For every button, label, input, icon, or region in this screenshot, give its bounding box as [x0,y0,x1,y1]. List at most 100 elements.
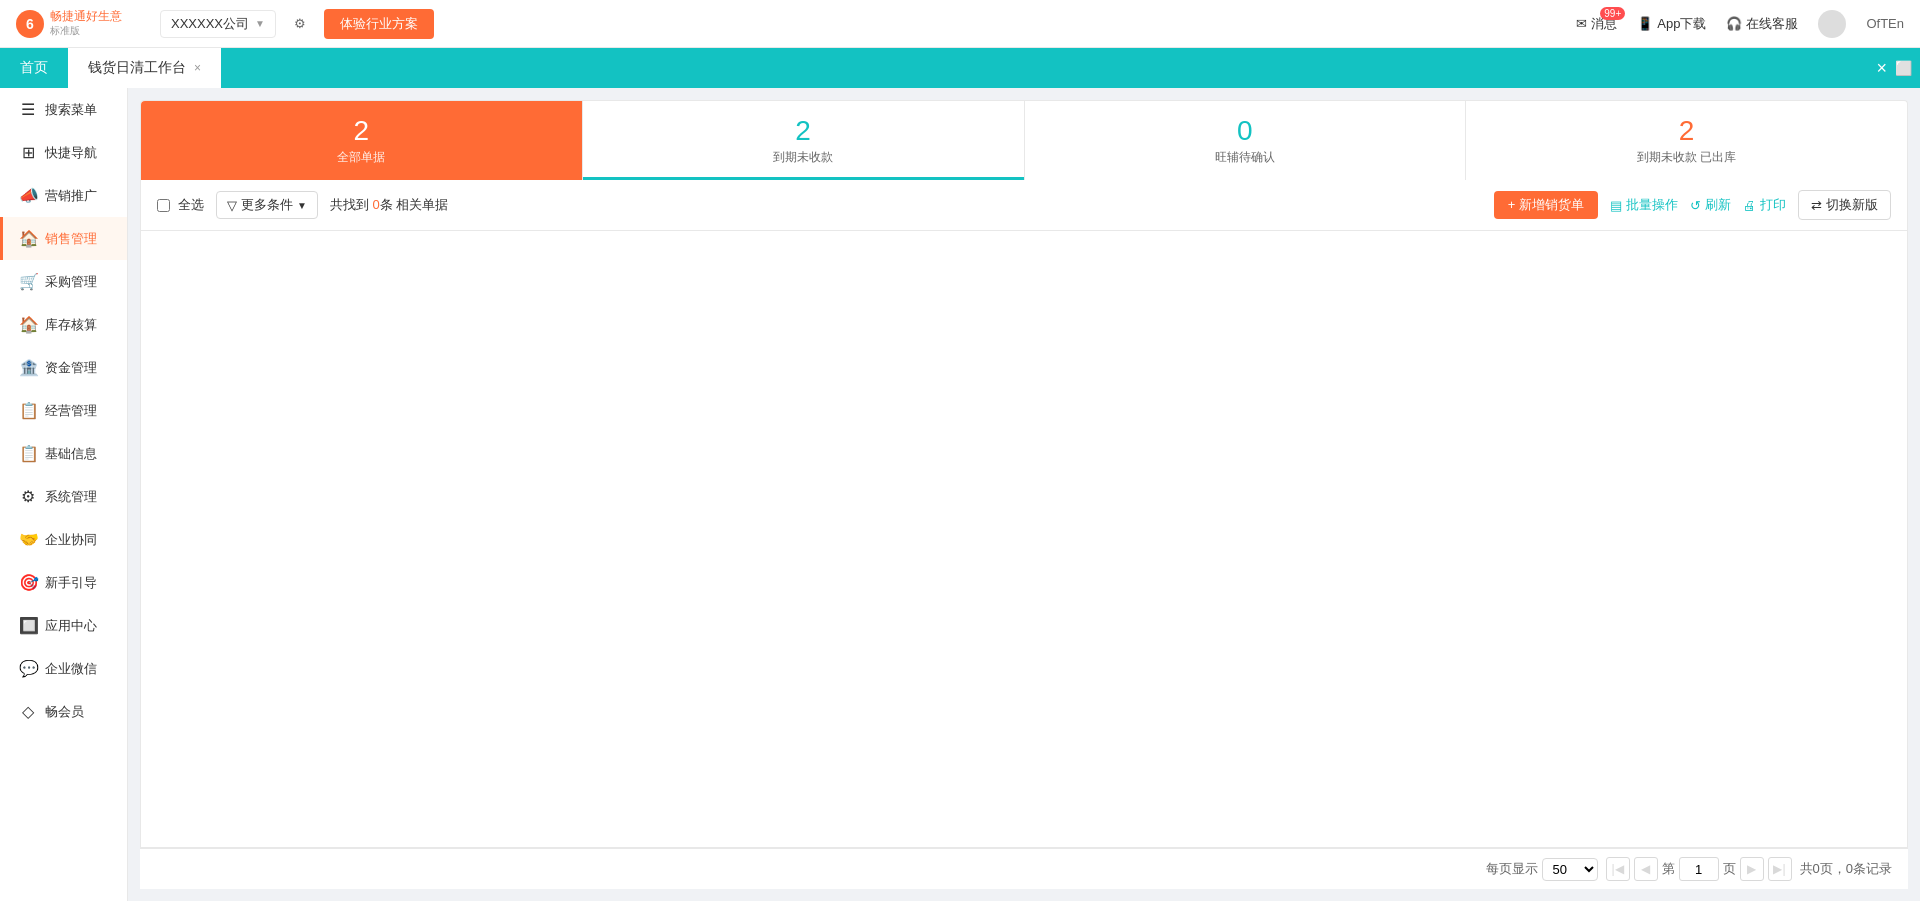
stat-num-overdue: 2 [603,115,1004,147]
system-icon: ⚙ [19,487,37,506]
stats-bar: 2 全部单据 2 到期未收款 0 旺辅待确认 2 到期未收款 已出库 [140,100,1908,180]
guide-icon: 🎯 [19,573,37,592]
stat-label-overdue: 到期未收款 [603,149,1004,166]
stat-card-all[interactable]: 2 全部单据 [141,101,582,180]
app-download-label: App下载 [1657,15,1706,33]
found-prefix: 共找到 [330,197,369,212]
stat-label-pending: 旺辅待确认 [1045,149,1446,166]
print-button[interactable]: 🖨 打印 [1743,196,1786,214]
sidebar-item-member[interactable]: ◇ 畅会员 [0,690,127,733]
message-button[interactable]: ✉ 消息 99+ [1576,15,1617,33]
switch-button[interactable]: ⇄ 切换新版 [1798,190,1891,220]
found-unit: 条 [380,197,393,212]
restore-icon[interactable]: ⬜ [1895,60,1912,76]
sidebar-item-purchase[interactable]: 🛒 采购管理 [0,260,127,303]
stat-card-pending[interactable]: 0 旺辅待确认 [1025,101,1467,180]
content-area: 2 全部单据 2 到期未收款 0 旺辅待确认 2 到期未收款 已出库 全 [128,88,1920,901]
online-service-button[interactable]: 🎧 在线客服 [1726,15,1798,33]
prev-page-button[interactable]: ◀ [1634,857,1658,881]
nav-tabs: 首页 钱货日清工作台 × × ⬜ [0,48,1920,88]
logo-badge: 标准版 [50,24,122,38]
switch-icon: ⇄ [1811,198,1822,213]
stat-label-overdue-out: 到期未收款 已出库 [1486,149,1887,166]
avatar-name: OfTEn [1866,16,1904,31]
message-badge: 99+ [1600,7,1625,20]
sidebar-item-coop[interactable]: 🤝 企业协同 [0,518,127,561]
company-selector[interactable]: XXXXXX公司 ▼ [160,10,276,38]
refresh-icon: ↺ [1690,198,1701,213]
select-all-checkbox[interactable] [157,199,170,212]
sidebar-item-sales[interactable]: 🏠 销售管理 [0,217,127,260]
filter-button[interactable]: ▽ 更多条件 ▼ [216,191,318,219]
tab-home[interactable]: 首页 [0,48,68,88]
sidebar-item-label: 搜索菜单 [45,101,97,119]
total-records: 共0页，0条记录 [1800,860,1892,878]
trial-button[interactable]: 体验行业方案 [324,9,434,39]
sidebar-item-label: 企业协同 [45,531,97,549]
print-label: 打印 [1760,196,1786,214]
found-text: 共找到 0条 相关单据 [330,196,448,214]
logo-area: 6 畅捷通好生意 标准版 [16,9,144,39]
sidebar-item-label: 应用中心 [45,617,97,635]
sidebar-item-marketing[interactable]: 📣 营销推广 [0,174,127,217]
stat-card-overdue[interactable]: 2 到期未收款 [582,101,1025,180]
table-area [140,231,1908,848]
sidebar-item-finance[interactable]: 🏦 资金管理 [0,346,127,389]
switch-label: 切换新版 [1826,196,1878,214]
next-page-button[interactable]: ▶ [1740,857,1764,881]
sidebar-item-quicknav[interactable]: ⊞ 快捷导航 [0,131,127,174]
batch-button[interactable]: ▤ 批量操作 [1610,196,1678,214]
sidebar-item-guide[interactable]: 🎯 新手引导 [0,561,127,604]
app-icon: 📱 [1637,16,1653,31]
tab-active[interactable]: 钱货日清工作台 × [68,48,221,88]
sidebar-item-wechat[interactable]: 💬 企业微信 [0,647,127,690]
sidebar-item-report[interactable]: 📋 经营管理 [0,389,127,432]
first-page-button[interactable]: |◀ [1606,857,1630,881]
last-page-button[interactable]: ▶| [1768,857,1792,881]
filter-label: 更多条件 [241,196,293,214]
sidebar-item-label: 采购管理 [45,273,97,291]
gear-icon: ⚙ [294,16,306,31]
close-icon[interactable]: × [1876,58,1887,79]
tab-window-actions: × ⬜ [1876,58,1920,79]
page-number-input[interactable] [1679,857,1719,881]
settings-button[interactable]: ⚙ [286,10,314,38]
batch-label: 批量操作 [1626,196,1678,214]
found-suffix: 相关单据 [396,197,448,212]
sidebar-item-label: 系统管理 [45,488,97,506]
sidebar-item-label: 快捷导航 [45,144,97,162]
stat-num-all: 2 [161,115,562,147]
sidebar-item-stock[interactable]: 🏠 库存核算 [0,303,127,346]
sidebar-item-label: 销售管理 [45,230,97,248]
sales-icon: 🏠 [19,229,37,248]
report-icon: 📋 [19,401,37,420]
tab-close-icon[interactable]: × [194,61,201,75]
refresh-button[interactable]: ↺ 刷新 [1690,196,1731,214]
stock-icon: 🏠 [19,315,37,334]
found-count: 0 [373,197,380,212]
sidebar-item-system[interactable]: ⚙ 系统管理 [0,475,127,518]
chevron-icon: ▼ [297,200,307,211]
stat-num-overdue-out: 2 [1486,115,1887,147]
quicknav-icon: ⊞ [19,143,37,162]
add-order-button[interactable]: + 新增销货单 [1494,191,1598,219]
avatar[interactable] [1818,10,1846,38]
search-menu-icon: ☰ [19,100,37,119]
refresh-label: 刷新 [1705,196,1731,214]
wechat-icon: 💬 [19,659,37,678]
sidebar-item-appcenter[interactable]: 🔲 应用中心 [0,604,127,647]
service-icon: 🎧 [1726,16,1742,31]
per-page-select[interactable]: 50 10 20 100 [1542,858,1598,881]
sidebar-item-search[interactable]: ☰ 搜索菜单 [0,88,127,131]
pagination: |◀ ◀ 第 页 ▶ ▶| [1606,857,1792,881]
pagination-bar: 每页显示 50 10 20 100 |◀ ◀ 第 页 ▶ ▶| 共0页，0条记录 [140,848,1908,889]
logo-icon: 6 [16,10,44,38]
coop-icon: 🤝 [19,530,37,549]
top-header: 6 畅捷通好生意 标准版 XXXXXX公司 ▼ ⚙ 体验行业方案 ✉ 消息 99… [0,0,1920,48]
sidebar-item-base[interactable]: 📋 基础信息 [0,432,127,475]
stat-card-overdue-out[interactable]: 2 到期未收款 已出库 [1466,101,1907,180]
sidebar-item-label: 畅会员 [45,703,84,721]
app-download-button[interactable]: 📱 App下载 [1637,15,1706,33]
print-icon: 🖨 [1743,198,1756,213]
filter-icon: ▽ [227,198,237,213]
